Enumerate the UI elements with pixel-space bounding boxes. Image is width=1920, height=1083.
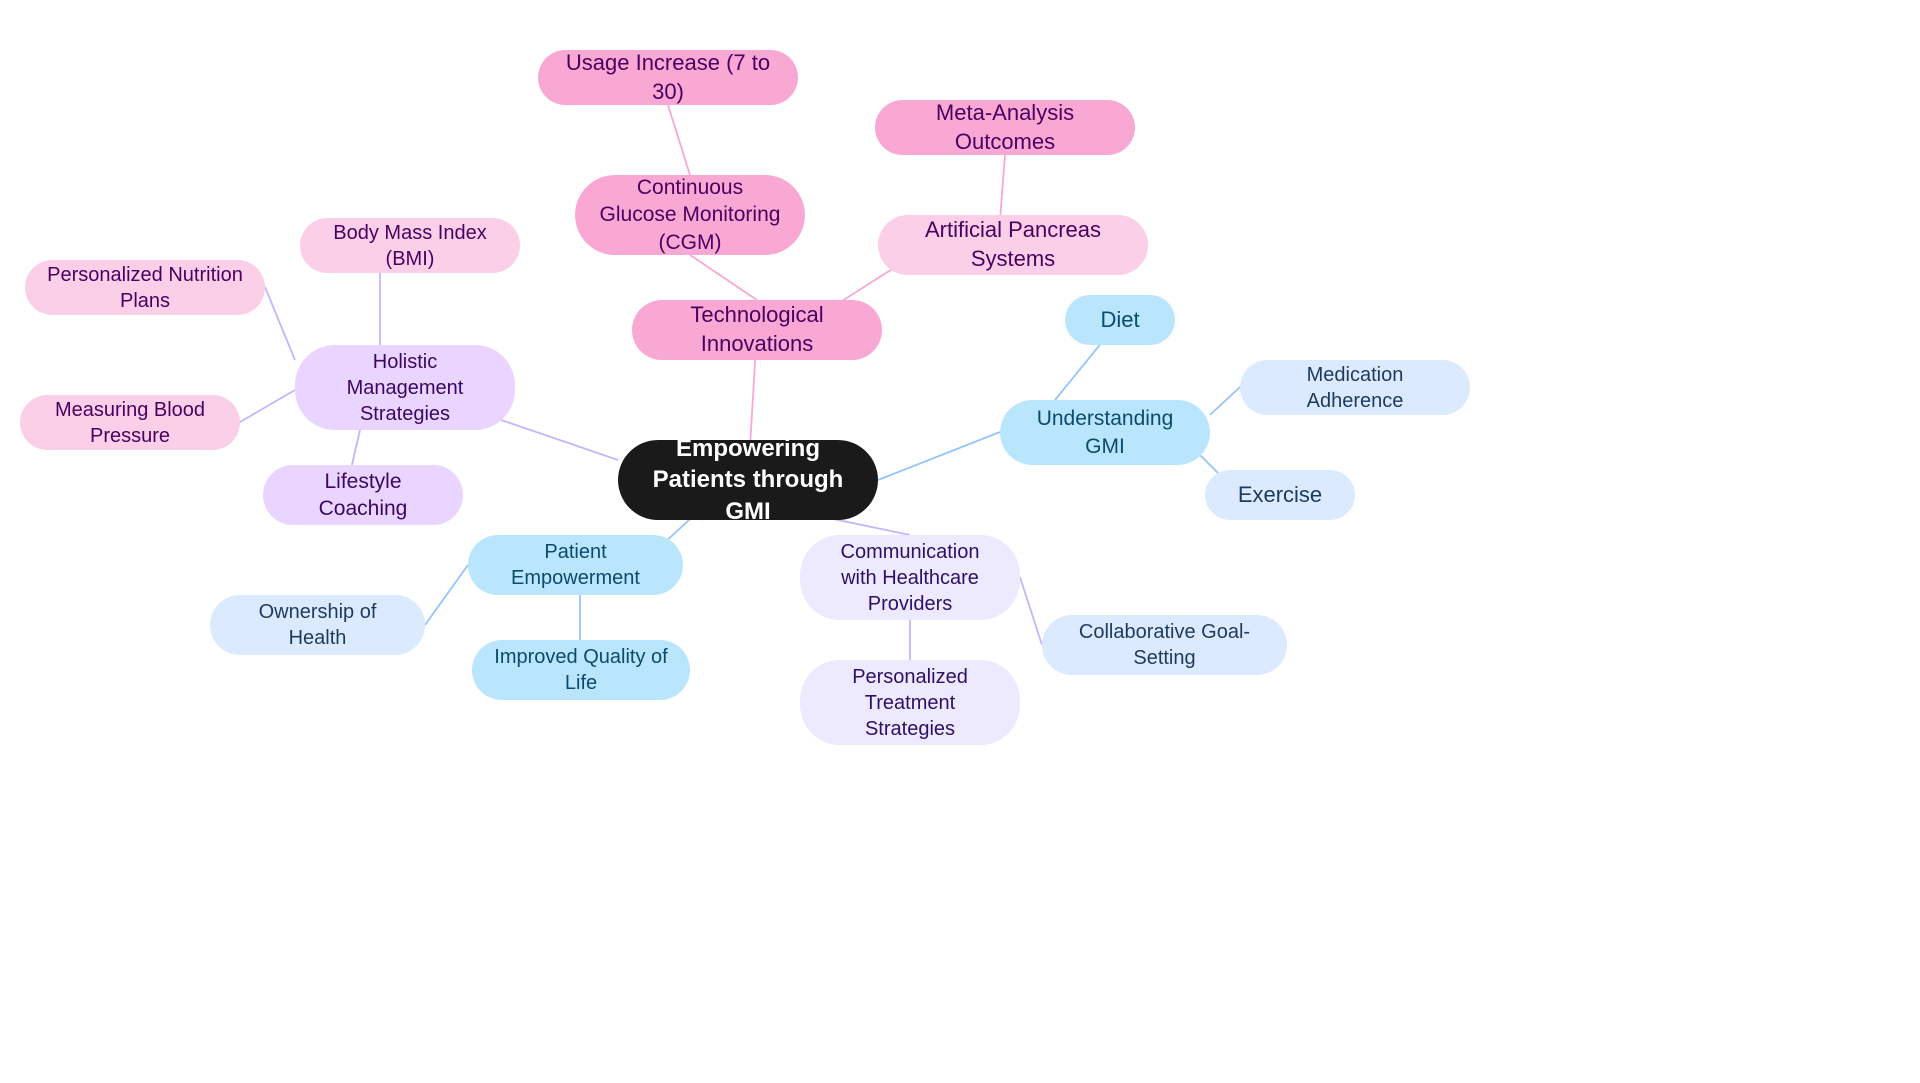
tech-innovations-node: Technological Innovations bbox=[632, 300, 882, 360]
medication-adherence-node: Medication Adherence bbox=[1240, 360, 1470, 415]
lifestyle-coaching-node: Lifestyle Coaching bbox=[263, 465, 463, 525]
communication-node: Communication with Healthcare Providers bbox=[800, 535, 1020, 620]
personalized-nutrition-node: Personalized Nutrition Plans bbox=[25, 260, 265, 315]
blood-pressure-node: Measuring Blood Pressure bbox=[20, 395, 240, 450]
cgm-node: Continuous Glucose Monitoring (CGM) bbox=[575, 175, 805, 255]
personalized-treatment-node: Personalized Treatment Strategies bbox=[800, 660, 1020, 745]
patient-empowerment-node: Patient Empowerment bbox=[468, 535, 683, 595]
artificial-pancreas-node: Artificial Pancreas Systems bbox=[878, 215, 1148, 275]
bmi-node: Body Mass Index (BMI) bbox=[300, 218, 520, 273]
holistic-management-node: Holistic Management Strategies bbox=[295, 345, 515, 430]
ownership-health-node: Ownership of Health bbox=[210, 595, 425, 655]
improved-quality-node: Improved Quality of Life bbox=[472, 640, 690, 700]
diet-node: Diet bbox=[1065, 295, 1175, 345]
collaborative-goal-setting-node: Collaborative Goal-Setting bbox=[1042, 615, 1287, 675]
exercise-node: Exercise bbox=[1205, 470, 1355, 520]
center-node: Empowering Patients through GMI bbox=[618, 440, 878, 520]
usage-increase-node: Usage Increase (7 to 30) bbox=[538, 50, 798, 105]
understanding-gmi-node: Understanding GMI bbox=[1000, 400, 1210, 465]
meta-analysis-node: Meta-Analysis Outcomes bbox=[875, 100, 1135, 155]
